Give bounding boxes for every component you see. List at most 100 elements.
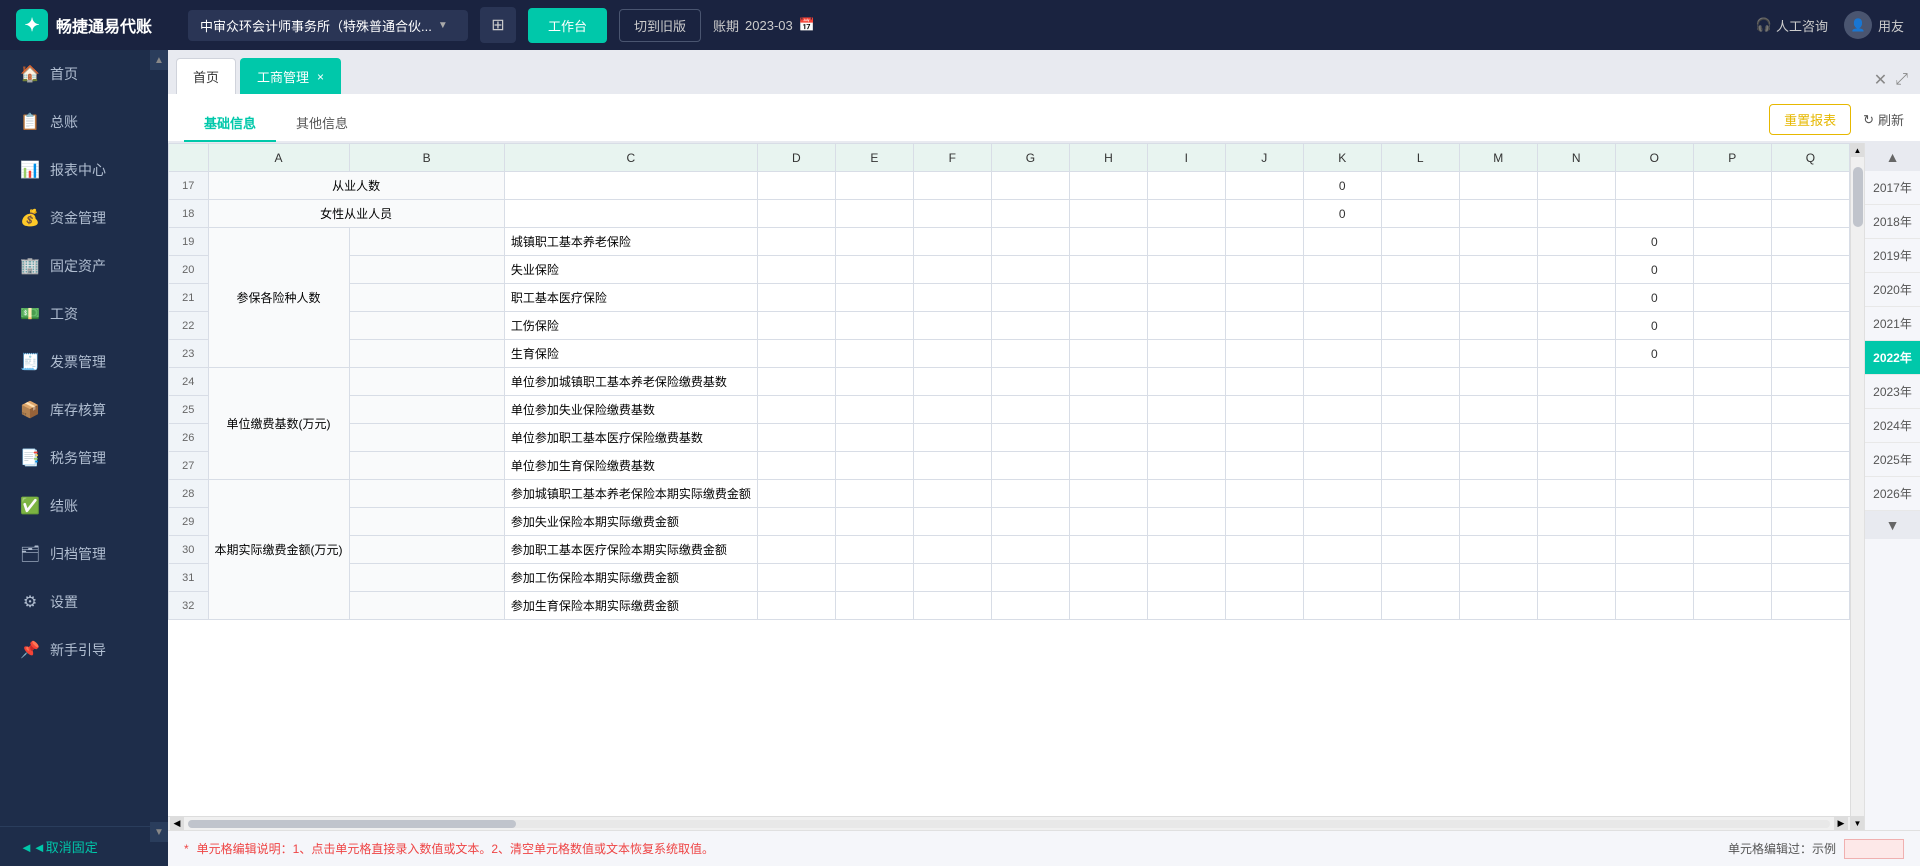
row31-col-i[interactable] [1147, 564, 1225, 592]
row18-col-a[interactable]: 女性从业人员 [208, 200, 504, 228]
row29-col-m[interactable] [1459, 508, 1537, 536]
row31-col-q[interactable] [1771, 564, 1849, 592]
row23-col-q[interactable] [1771, 340, 1849, 368]
copy-icon-button[interactable]: ⊞ [480, 7, 516, 43]
row28-col-n[interactable] [1537, 480, 1615, 508]
row23-col-b[interactable] [349, 340, 504, 368]
vertical-scrollbar[interactable]: ▲ ▼ [1850, 143, 1864, 830]
sidebar-item-inventory[interactable]: 📦 库存核算 [0, 386, 168, 434]
row20-col-c[interactable]: 失业保险 [504, 256, 757, 284]
row29-col-q[interactable] [1771, 508, 1849, 536]
row27-col-q[interactable] [1771, 452, 1849, 480]
row30-col-l[interactable] [1381, 536, 1459, 564]
row22-col-e[interactable] [835, 312, 913, 340]
sidebar-item-archive[interactable]: 🗂 归档管理 [0, 530, 168, 578]
row30-col-p[interactable] [1693, 536, 1771, 564]
company-selector[interactable]: 中审众环会计师事务所（特殊普通合伙... ▼ [188, 10, 468, 41]
row29-col-j[interactable] [1225, 508, 1303, 536]
sub-tab-basic-info[interactable]: 基础信息 [184, 105, 276, 142]
row30-col-n[interactable] [1537, 536, 1615, 564]
row24-col-e[interactable] [835, 368, 913, 396]
row24-col-d[interactable] [757, 368, 835, 396]
row29-col-g[interactable] [991, 508, 1069, 536]
row24-col-a[interactable]: 单位缴费基数(万元) [208, 368, 349, 480]
user-area[interactable]: 👤 用友 [1844, 11, 1904, 39]
row26-col-p[interactable] [1693, 424, 1771, 452]
row17-col-q[interactable] [1771, 172, 1849, 200]
row31-col-k[interactable] [1303, 564, 1381, 592]
year-2018[interactable]: 2018年 [1865, 205, 1920, 239]
horizontal-scrollbar[interactable]: ◀ ▶ [168, 816, 1850, 830]
row24-col-q[interactable] [1771, 368, 1849, 396]
row21-col-i[interactable] [1147, 284, 1225, 312]
row32-col-g[interactable] [991, 592, 1069, 620]
sidebar-item-guide[interactable]: 📌 新手引导 [0, 626, 168, 674]
row19-col-g[interactable] [991, 228, 1069, 256]
sidebar-item-tax[interactable]: 📑 税务管理 [0, 434, 168, 482]
row19-col-c[interactable]: 城镇职工基本养老保险 [504, 228, 757, 256]
row24-col-m[interactable] [1459, 368, 1537, 396]
year-2025[interactable]: 2025年 [1865, 443, 1920, 477]
row23-col-e[interactable] [835, 340, 913, 368]
row32-col-l[interactable] [1381, 592, 1459, 620]
row20-col-d[interactable] [757, 256, 835, 284]
row25-col-g[interactable] [991, 396, 1069, 424]
scroll-up-button[interactable]: ▲ [1851, 143, 1864, 157]
row19-col-i[interactable] [1147, 228, 1225, 256]
year-2019[interactable]: 2019年 [1865, 239, 1920, 273]
sidebar-item-home[interactable]: 🏠 首页 [0, 50, 168, 98]
row28-col-j[interactable] [1225, 480, 1303, 508]
row27-col-l[interactable] [1381, 452, 1459, 480]
row28-col-k[interactable] [1303, 480, 1381, 508]
row26-col-f[interactable] [913, 424, 991, 452]
sidebar-scroll-down[interactable]: ▼ [150, 822, 168, 842]
row21-col-q[interactable] [1771, 284, 1849, 312]
row24-col-n[interactable] [1537, 368, 1615, 396]
row29-col-h[interactable] [1069, 508, 1147, 536]
row18-col-i[interactable] [1147, 200, 1225, 228]
row25-col-d[interactable] [757, 396, 835, 424]
row19-col-l[interactable] [1381, 228, 1459, 256]
row29-col-o[interactable] [1615, 508, 1693, 536]
row22-col-k[interactable] [1303, 312, 1381, 340]
row21-col-h[interactable] [1069, 284, 1147, 312]
row24-col-i[interactable] [1147, 368, 1225, 396]
row22-col-i[interactable] [1147, 312, 1225, 340]
workbench-button[interactable]: 工作台 [528, 8, 607, 43]
row20-col-f[interactable] [913, 256, 991, 284]
row28-col-m[interactable] [1459, 480, 1537, 508]
tab-business-mgmt[interactable]: 工商管理 × [240, 58, 341, 94]
row24-col-c[interactable]: 单位参加城镇职工基本养老保险缴费基数 [504, 368, 757, 396]
row19-col-d[interactable] [757, 228, 835, 256]
row26-col-b[interactable] [349, 424, 504, 452]
row29-col-n[interactable] [1537, 508, 1615, 536]
row22-col-m[interactable] [1459, 312, 1537, 340]
row21-col-g[interactable] [991, 284, 1069, 312]
row25-col-i[interactable] [1147, 396, 1225, 424]
row26-col-h[interactable] [1069, 424, 1147, 452]
row20-col-k[interactable] [1303, 256, 1381, 284]
row23-col-f[interactable] [913, 340, 991, 368]
row18-col-k[interactable]: 0 [1303, 200, 1381, 228]
row26-col-l[interactable] [1381, 424, 1459, 452]
sub-tab-other-info[interactable]: 其他信息 [276, 105, 368, 142]
row32-col-m[interactable] [1459, 592, 1537, 620]
row26-col-c[interactable]: 单位参加职工基本医疗保险缴费基数 [504, 424, 757, 452]
row27-col-p[interactable] [1693, 452, 1771, 480]
row30-col-d[interactable] [757, 536, 835, 564]
tab-close-icon[interactable]: × [317, 70, 324, 84]
calendar-icon[interactable]: 📅 [799, 17, 815, 33]
row17-col-k[interactable]: 0 [1303, 172, 1381, 200]
row29-col-p[interactable] [1693, 508, 1771, 536]
row17-col-c[interactable] [504, 172, 757, 200]
row31-col-n[interactable] [1537, 564, 1615, 592]
row32-col-o[interactable] [1615, 592, 1693, 620]
row23-col-c[interactable]: 生育保险 [504, 340, 757, 368]
row21-col-n[interactable] [1537, 284, 1615, 312]
row21-col-o[interactable]: 0 [1615, 284, 1693, 312]
row19-col-p[interactable] [1693, 228, 1771, 256]
row22-col-p[interactable] [1693, 312, 1771, 340]
row22-col-f[interactable] [913, 312, 991, 340]
row27-col-e[interactable] [835, 452, 913, 480]
row25-col-j[interactable] [1225, 396, 1303, 424]
